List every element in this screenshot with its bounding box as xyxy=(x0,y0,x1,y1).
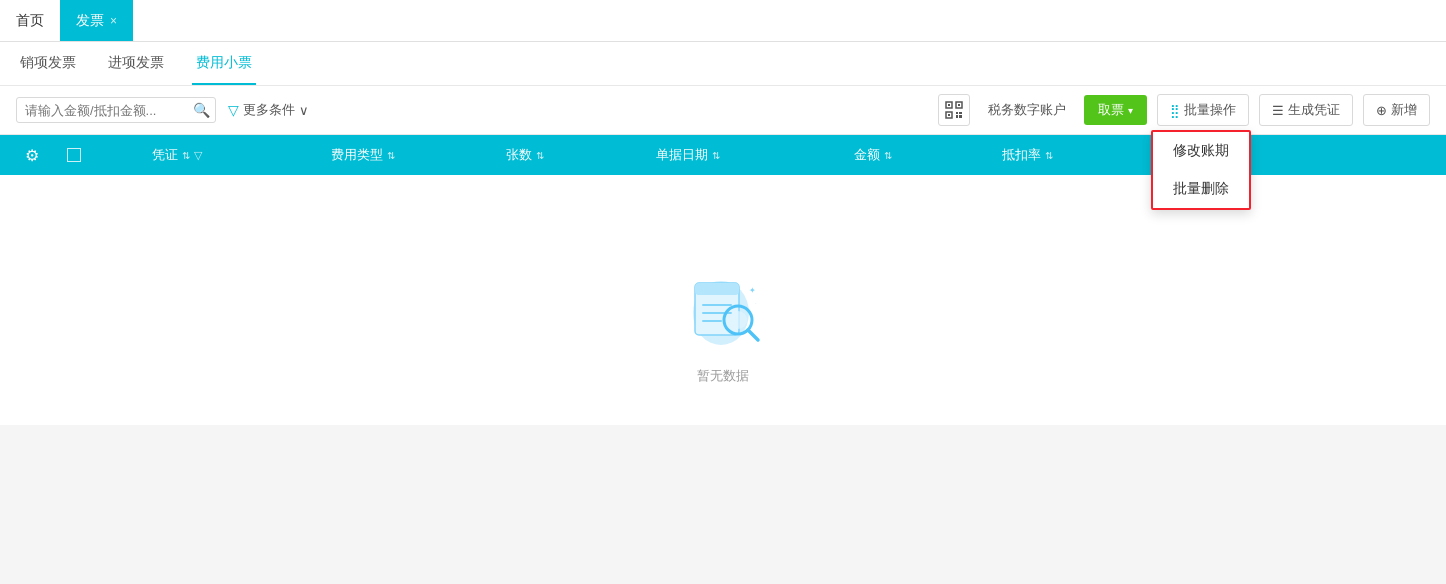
filter-chevron-icon: ∨ xyxy=(299,103,309,118)
take-label: 取票 xyxy=(1098,101,1124,119)
generate-icon: ☰ xyxy=(1272,103,1284,118)
batch-label: 批量操作 xyxy=(1184,101,1236,119)
th-voucher[interactable]: 凭证 ⇅ ▽ xyxy=(92,146,262,164)
th-amount-label: 金额 xyxy=(854,146,880,164)
empty-state-icon: ✦ · xyxy=(673,255,773,355)
settings-gear-icon[interactable]: ⚙ xyxy=(25,146,39,165)
sub-nav-item-sales[interactable]: 销项发票 xyxy=(16,42,80,85)
toolbar-right: 税务数字账户 取票 ▾ ⣿ 批量操作 ☰ 生成凭证 ⊕ 新增 xyxy=(938,94,1430,126)
select-all-checkbox[interactable] xyxy=(67,148,81,162)
sub-nav-item-purchase[interactable]: 进项发票 xyxy=(104,42,168,85)
empty-text: 暂无数据 xyxy=(697,367,749,385)
th-expense-type[interactable]: 费用类型 ⇅ xyxy=(262,146,463,164)
svg-rect-5 xyxy=(948,114,950,116)
sub-nav: 销项发票 进项发票 费用小票 xyxy=(0,42,1446,86)
th-rate-label: 抵扣率 xyxy=(1002,146,1041,164)
th-count[interactable]: 张数 ⇅ xyxy=(463,146,587,164)
nav-home[interactable]: 首页 xyxy=(0,0,60,41)
dropdown-item-batch-delete[interactable]: 批量删除 xyxy=(1153,170,1249,208)
th-date-sort-icon[interactable]: ⇅ xyxy=(712,150,720,161)
batch-icon: ⣿ xyxy=(1170,103,1180,118)
th-voucher-label: 凭证 xyxy=(152,146,178,164)
th-checkbox[interactable] xyxy=(56,148,92,162)
empty-state: ✦ · 暂无数据 xyxy=(0,175,1446,425)
filter-label: 更多条件 xyxy=(243,101,295,119)
nav-tab-invoice[interactable]: 发票 × xyxy=(60,0,133,41)
filter-button[interactable]: ▽ 更多条件 ∨ xyxy=(228,101,309,119)
batch-dropdown-menu: 修改账期 批量删除 xyxy=(1151,130,1251,210)
th-expense-sort-icon[interactable]: ⇅ xyxy=(387,150,395,161)
search-input-wrap[interactable]: 🔍 xyxy=(16,97,216,123)
th-voucher-sort-icon[interactable]: ⇅ xyxy=(182,150,190,161)
generate-label: 生成凭证 xyxy=(1288,101,1340,119)
close-tab-icon[interactable]: × xyxy=(110,14,117,28)
th-voucher-filter-icon[interactable]: ▽ xyxy=(194,149,202,162)
qr-icon xyxy=(945,101,963,119)
svg-rect-8 xyxy=(956,115,958,118)
th-settings[interactable]: ⚙ xyxy=(8,146,56,165)
th-amount-sort-icon[interactable]: ⇅ xyxy=(884,150,892,161)
th-date-label: 单据日期 xyxy=(656,146,708,164)
add-icon: ⊕ xyxy=(1376,103,1387,118)
take-chevron-icon: ▾ xyxy=(1128,105,1133,116)
take-invoice-button[interactable]: 取票 ▾ xyxy=(1084,95,1147,125)
batch-operation-button[interactable]: ⣿ 批量操作 xyxy=(1157,94,1249,126)
svg-line-18 xyxy=(748,330,758,340)
search-input[interactable] xyxy=(25,103,193,118)
sub-nav-item-expense[interactable]: 费用小票 xyxy=(192,42,256,85)
qr-button[interactable] xyxy=(938,94,970,126)
th-count-label: 张数 xyxy=(506,146,532,164)
th-expense-label: 费用类型 xyxy=(331,146,383,164)
filter-icon: ▽ xyxy=(228,102,239,118)
top-nav: 首页 发票 × xyxy=(0,0,1446,42)
toolbar-left: 🔍 ▽ 更多条件 ∨ xyxy=(16,97,309,123)
svg-rect-7 xyxy=(959,112,962,114)
svg-rect-9 xyxy=(959,115,962,118)
generate-voucher-button[interactable]: ☰ 生成凭证 xyxy=(1259,94,1353,126)
dropdown-item-modify-period[interactable]: 修改账期 xyxy=(1153,132,1249,170)
th-date[interactable]: 单据日期 ⇅ xyxy=(587,146,788,164)
th-count-sort-icon[interactable]: ⇅ xyxy=(536,150,544,161)
th-rate-sort-icon[interactable]: ⇅ xyxy=(1045,150,1053,161)
toolbar: 🔍 ▽ 更多条件 ∨ 税务数字账户 取票 ▾ xyxy=(0,86,1446,135)
th-amount[interactable]: 金额 ⇅ xyxy=(788,146,958,164)
svg-rect-6 xyxy=(956,112,958,114)
svg-rect-12 xyxy=(695,283,739,295)
svg-text:✦: ✦ xyxy=(749,286,756,295)
th-rate[interactable]: 抵扣率 ⇅ xyxy=(958,146,1097,164)
add-button[interactable]: ⊕ 新增 xyxy=(1363,94,1430,126)
svg-point-17 xyxy=(729,311,747,329)
search-icon[interactable]: 🔍 xyxy=(193,102,210,118)
svg-rect-3 xyxy=(958,104,960,106)
tax-account-button[interactable]: 税务数字账户 xyxy=(980,97,1074,123)
nav-tab-label: 发票 xyxy=(76,12,104,30)
svg-rect-1 xyxy=(948,104,950,106)
add-label: 新增 xyxy=(1391,101,1417,119)
svg-text:·: · xyxy=(755,300,757,306)
